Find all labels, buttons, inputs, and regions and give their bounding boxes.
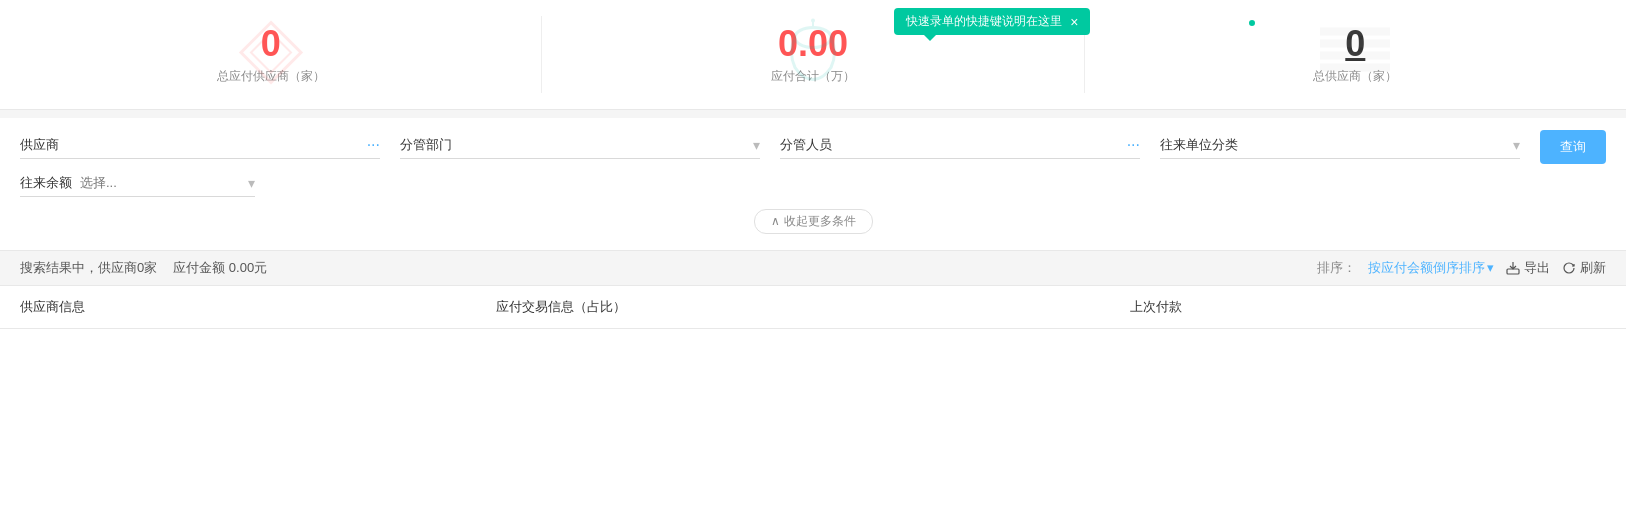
stat-total-suppliers: 0 总供应商（家）	[1085, 16, 1626, 93]
filter-row-2: 往来余额 选择... ▾	[20, 174, 1606, 197]
filter-row-1: 供应商 ··· 分管部门 ▾ 分管人员 ··· 往来单位分类 ▾ 查询	[20, 132, 1606, 164]
refresh-label: 刷新	[1580, 259, 1606, 277]
balance-input[interactable]	[80, 175, 248, 190]
amount-text: 应付金额 0.00元	[173, 259, 267, 277]
balance-dropdown-icon[interactable]: ▾	[248, 175, 255, 191]
unit-category-input[interactable]	[1246, 138, 1513, 153]
balance-label: 往来余额	[20, 174, 72, 192]
col-supplier-header: 供应商信息	[20, 298, 496, 316]
department-dropdown-icon[interactable]: ▾	[753, 137, 760, 153]
refresh-button[interactable]: 刷新	[1562, 259, 1606, 277]
manager-dots-btn[interactable]: ···	[1127, 136, 1140, 154]
svg-rect-7	[1320, 52, 1390, 60]
table-body	[0, 329, 1626, 515]
diamond-icon	[236, 18, 306, 91]
col-last-payment-header: 上次付款	[1130, 298, 1606, 316]
collapse-icon: ∧	[771, 214, 780, 228]
result-actions: 排序： 按应付会额倒序排序 ▾ 导出 刷新	[1317, 259, 1606, 277]
stat-total-payable-suppliers: 0 总应付供应商（家）	[0, 16, 542, 93]
rice-icon	[778, 18, 848, 91]
manager-input[interactable]	[840, 138, 1123, 153]
collapse-label: 收起更多条件	[784, 213, 856, 230]
export-label: 导出	[1524, 259, 1550, 277]
svg-point-2	[795, 28, 831, 48]
sort-label: 排序：	[1317, 259, 1356, 277]
balance-filter: 往来余额 选择... ▾	[20, 174, 255, 197]
manager-label: 分管人员	[780, 136, 832, 154]
result-info: 搜索结果中，供应商0家 应付金额 0.00元	[20, 259, 267, 277]
sort-dropdown-btn[interactable]: 按应付会额倒序排序 ▾	[1368, 259, 1494, 277]
unit-category-filter: 往来单位分类 ▾	[1160, 136, 1520, 159]
filter-area: 供应商 ··· 分管部门 ▾ 分管人员 ··· 往来单位分类 ▾ 查询 往来余额	[0, 118, 1626, 251]
supplier-label: 供应商	[20, 136, 59, 154]
lines-icon	[1315, 23, 1395, 86]
svg-rect-5	[1320, 28, 1390, 36]
svg-rect-8	[1320, 64, 1390, 72]
department-filter: 分管部门 ▾	[400, 136, 760, 159]
supplier-input[interactable]	[67, 138, 363, 153]
manager-filter: 分管人员 ···	[780, 136, 1140, 159]
table-header: 供应商信息 应付交易信息（占比） 上次付款	[0, 286, 1626, 329]
col-transaction-header: 应付交易信息（占比）	[496, 298, 1130, 316]
collapse-bar: ∧ 收起更多条件	[20, 205, 1606, 242]
svg-rect-6	[1320, 40, 1390, 48]
department-label: 分管部门	[400, 136, 452, 154]
supplier-dots-btn[interactable]: ···	[367, 136, 380, 154]
export-button[interactable]: 导出	[1506, 259, 1550, 277]
export-icon	[1506, 261, 1520, 275]
result-bar: 搜索结果中，供应商0家 应付金额 0.00元 排序： 按应付会额倒序排序 ▾ 导…	[0, 251, 1626, 286]
refresh-icon	[1562, 261, 1576, 275]
search-result-text: 搜索结果中，供应商0家	[20, 259, 157, 277]
query-button[interactable]: 查询	[1540, 130, 1606, 164]
supplier-filter: 供应商 ···	[20, 136, 380, 159]
svg-point-4	[811, 19, 815, 23]
sort-dropdown-icon: ▾	[1487, 260, 1494, 275]
tooltip-bar: 快速录单的快捷键说明在这里 ×	[894, 8, 1090, 35]
unit-category-label: 往来单位分类	[1160, 136, 1238, 154]
sort-value-text: 按应付会额倒序排序	[1368, 259, 1485, 277]
department-input[interactable]	[460, 138, 753, 153]
tooltip-close-btn[interactable]: ×	[1070, 15, 1078, 29]
tooltip-text: 快速录单的快捷键说明在这里	[906, 13, 1062, 30]
stats-bar: 0 总应付供应商（家） 0.00 应付合计（万） 快速录单的快捷键说明在这里 ×	[0, 0, 1626, 110]
unit-category-dropdown-icon[interactable]: ▾	[1513, 137, 1520, 153]
collapse-button[interactable]: ∧ 收起更多条件	[754, 209, 873, 234]
